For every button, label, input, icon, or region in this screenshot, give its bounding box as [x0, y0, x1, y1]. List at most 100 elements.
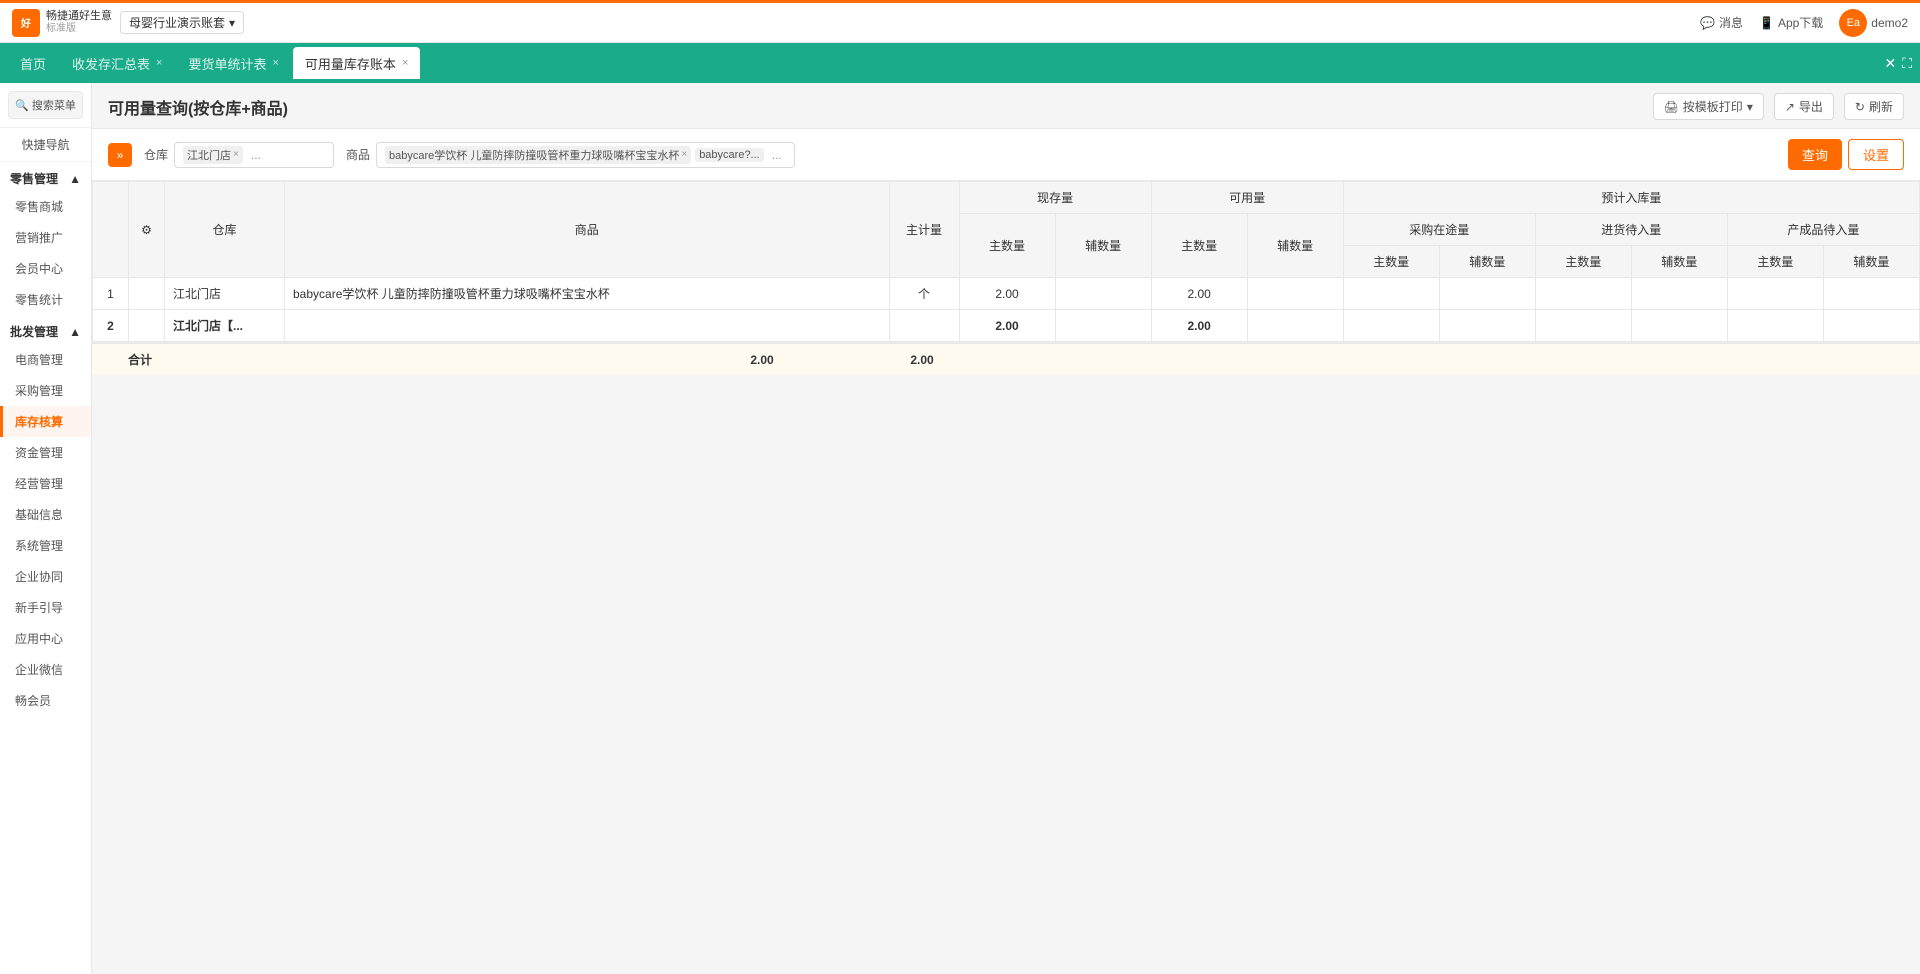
sidebar-item-newuser[interactable]: 新手引导	[0, 592, 91, 623]
logo-area: 好 畅捷通好生意 标准版	[12, 9, 112, 37]
export-icon: ↗	[1785, 100, 1795, 114]
cell-incoming-aux-1	[1631, 278, 1727, 310]
logo-icon: 好	[12, 9, 40, 37]
chevron-down-icon: ▾	[229, 16, 235, 30]
chevron-print-icon: ▾	[1747, 100, 1753, 114]
sidebar-section-retail[interactable]: 零售管理 ▲	[0, 162, 91, 191]
warehouse-more-btn[interactable]: ...	[247, 148, 265, 162]
message-icon: 💬	[1700, 16, 1715, 30]
sidebar-item-retail-mall[interactable]: 零售商城	[0, 191, 91, 222]
th-pur-transit-main: 主数量	[1343, 246, 1439, 278]
window-controls: ✕ ⛶	[1884, 55, 1912, 72]
filter-expand-btn[interactable]: »	[108, 143, 132, 167]
th-main-unit: 主计量	[889, 182, 959, 278]
tab-close-order[interactable]: ×	[272, 57, 278, 69]
product-filter-box[interactable]: babycare学饮杯 儿童防摔防撞吸管杯重力球吸嘴杯宝宝水杯 × babyca…	[376, 142, 795, 168]
cell-index-1: 1	[93, 278, 129, 310]
message-action[interactable]: 💬 消息	[1700, 14, 1743, 31]
table-footer: 合计 2.00 2.00	[92, 342, 1920, 375]
sidebar-item-ecommerce[interactable]: 电商管理	[0, 344, 91, 375]
table-container[interactable]: ⚙ 仓库 商品 主计量 现存量 可用量 预计入库量 主数量 辅数量 主数量 辅数…	[92, 181, 1920, 974]
header-right: 💬 消息 📱 App下载 Ea demo2	[1700, 9, 1908, 37]
main-layout: 🔍 搜索菜单 快捷导航 零售管理 ▲ 零售商城 营销推广 会员中心 零售统计 批…	[0, 83, 1920, 974]
th-index	[93, 182, 129, 278]
industry-selector[interactable]: 母婴行业演示账套 ▾	[120, 11, 244, 34]
warehouse-filter-group: 仓库 江北门店 × ...	[144, 142, 334, 168]
sidebar-item-members[interactable]: 会员中心	[0, 253, 91, 284]
cell-unit-1: 个	[889, 278, 959, 310]
sidebar-item-retail-stats[interactable]: 零售统计	[0, 284, 91, 315]
sidebar-item-finance[interactable]: 资金管理	[0, 437, 91, 468]
sidebar-item-wechat[interactable]: 企业微信	[0, 654, 91, 685]
tab-home[interactable]: 首页	[8, 47, 58, 79]
th-incoming-aux: 辅数量	[1631, 246, 1727, 278]
cell-warehouse-1: 江北门店	[165, 278, 285, 310]
template-print-btn[interactable]: 🖨 按模板打印 ▾	[1653, 93, 1764, 120]
tab-close-receipt[interactable]: ×	[156, 57, 162, 69]
user-action[interactable]: Ea demo2	[1839, 9, 1908, 37]
sidebar-item-enterprise[interactable]: 企业协同	[0, 561, 91, 592]
sidebar-item-inventory[interactable]: 库存核算	[0, 406, 91, 437]
sidebar-quick-nav[interactable]: 快捷导航	[0, 128, 91, 162]
th-prod-aux: 辅数量	[1823, 246, 1919, 278]
th-avail-main: 主数量	[1151, 214, 1247, 278]
settings-btn[interactable]: 设置	[1848, 139, 1904, 170]
page-header-actions: 🖨 按模板打印 ▾ ↗ 导出 ↻ 刷新	[1653, 93, 1904, 120]
footer-label: 合计	[100, 351, 180, 368]
page-header: 可用量查询(按仓库+商品) 🖨 按模板打印 ▾ ↗ 导出 ↻ 刷新	[92, 83, 1920, 129]
warehouse-filter-box[interactable]: 江北门店 × ...	[174, 142, 334, 168]
cell-prod-aux-2	[1823, 310, 1919, 342]
th-prod-main: 主数量	[1727, 246, 1823, 278]
cell-avail-aux-1	[1247, 278, 1343, 310]
avatar: Ea	[1839, 9, 1867, 37]
th-forecast-inbound: 预计入库量	[1343, 182, 1919, 214]
cell-warehouse-2: 江北门店【...	[165, 310, 285, 342]
sidebar-item-purchase[interactable]: 采购管理	[0, 375, 91, 406]
cell-pur-transit-main-2	[1343, 310, 1439, 342]
tab-close-available[interactable]: ×	[402, 57, 408, 69]
sidebar-item-appstore[interactable]: 应用中心	[0, 623, 91, 654]
refresh-icon: ↻	[1855, 100, 1865, 114]
refresh-btn[interactable]: ↻ 刷新	[1844, 93, 1904, 120]
tab-receipt-summary[interactable]: 收发存汇总表 ×	[60, 47, 174, 79]
th-incoming-pending: 进货待入量	[1535, 214, 1727, 246]
app-download-action[interactable]: 📱 App下载	[1759, 14, 1823, 31]
th-avail-aux: 辅数量	[1247, 214, 1343, 278]
product-tag-1-close[interactable]: ×	[681, 149, 687, 160]
search-menu-btn[interactable]: 🔍 搜索菜单	[8, 91, 83, 119]
th-stock-main: 主数量	[959, 214, 1055, 278]
cell-avail-aux-2	[1247, 310, 1343, 342]
cell-pur-transit-aux-2	[1439, 310, 1535, 342]
th-warehouse: 仓库	[165, 182, 285, 278]
warehouse-filter-label: 仓库	[144, 146, 168, 163]
export-btn[interactable]: ↗ 导出	[1774, 93, 1834, 120]
warehouse-tag-close[interactable]: ×	[233, 149, 239, 160]
expand-window-icon[interactable]: ⛶	[1902, 55, 1912, 72]
query-btn[interactable]: 查询	[1788, 139, 1842, 170]
sidebar-item-basic[interactable]: 基础信息	[0, 499, 91, 530]
tab-order-stats[interactable]: 要货单统计表 ×	[176, 47, 290, 79]
sidebar-search-area: 🔍 搜索菜单	[0, 83, 91, 128]
sidebar-item-operations[interactable]: 经营管理	[0, 468, 91, 499]
content-area: 可用量查询(按仓库+商品) 🖨 按模板打印 ▾ ↗ 导出 ↻ 刷新 »	[92, 83, 1920, 974]
cell-pur-transit-aux-1	[1439, 278, 1535, 310]
cell-incoming-aux-2	[1631, 310, 1727, 342]
th-production-pending: 产成品待入量	[1727, 214, 1919, 246]
cell-prod-main-2	[1727, 310, 1823, 342]
th-stock-aux: 辅数量	[1055, 214, 1151, 278]
product-more-btn[interactable]: ...	[768, 148, 786, 162]
table-row: 2 江北门店【... 2.00 2.00	[93, 310, 1920, 342]
cell-prod-aux-1	[1823, 278, 1919, 310]
cell-incoming-main-2	[1535, 310, 1631, 342]
close-window-icon[interactable]: ✕	[1884, 55, 1896, 72]
cell-unit-2	[889, 310, 959, 342]
tab-available-stock[interactable]: 可用量库存账本 ×	[293, 47, 420, 79]
sidebar-item-member[interactable]: 畅会员	[0, 685, 91, 716]
cell-pur-transit-main-1	[1343, 278, 1439, 310]
sidebar-section-wholesale[interactable]: 批发管理 ▲	[0, 315, 91, 344]
th-settings[interactable]: ⚙	[129, 182, 165, 278]
filter-actions: 查询 设置	[1788, 139, 1904, 170]
cell-avail-main-1: 2.00	[1151, 278, 1247, 310]
sidebar-item-system[interactable]: 系统管理	[0, 530, 91, 561]
sidebar-item-marketing[interactable]: 营销推广	[0, 222, 91, 253]
